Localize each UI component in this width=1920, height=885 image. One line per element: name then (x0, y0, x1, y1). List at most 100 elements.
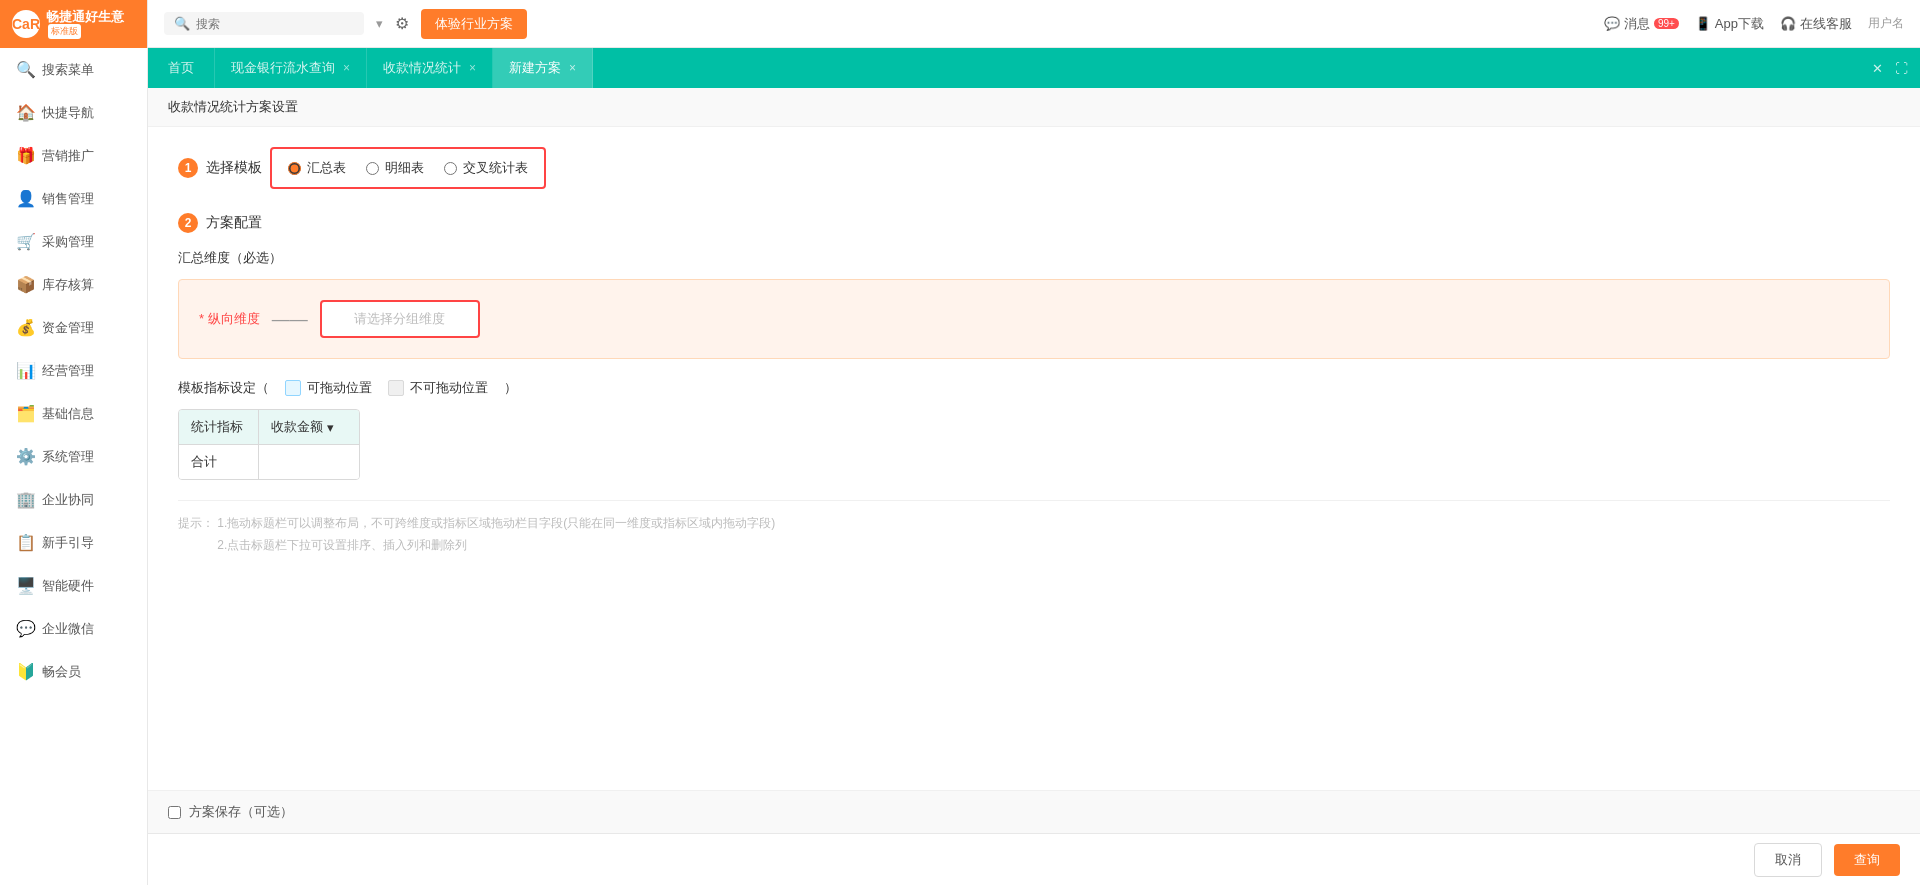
sidebar-item-label: 企业协同 (42, 491, 94, 509)
sidebar-item-operation[interactable]: 📊 经营管理 (0, 349, 147, 392)
sidebar-item-label: 销售管理 (42, 190, 94, 208)
search-icon: 🔍 (16, 60, 34, 79)
tabbar: 首页 现金银行流水查询 × 收款情况统计 × 新建方案 × ✕ ⛶ (148, 48, 1920, 88)
radio-detail[interactable] (366, 162, 379, 175)
dimension-title: 汇总维度（必选） (178, 249, 1890, 267)
tab-new-plan[interactable]: 新建方案 × (493, 48, 593, 88)
service-item[interactable]: 🎧 在线客服 (1780, 15, 1852, 33)
template-options-box: 汇总表 明细表 交叉统计表 (270, 147, 546, 189)
app-name: 畅捷通好生意 (46, 9, 124, 25)
step2-header: 2 方案配置 (178, 213, 1890, 233)
page-title: 收款情况统计方案设置 (168, 99, 298, 114)
sidebar-item-marketing[interactable]: 🎁 营销推广 (0, 134, 147, 177)
sidebar-item-hardware[interactable]: 🖥️ 智能硬件 (0, 564, 147, 607)
search-icon: 🔍 (174, 16, 190, 31)
box-icon: 📦 (16, 275, 34, 294)
metrics-table-row-data: 合计 (179, 445, 359, 479)
option-cross[interactable]: 交叉统计表 (444, 159, 528, 177)
draggable-label: 可拖动位置 (307, 379, 372, 397)
option-summary[interactable]: 汇总表 (288, 159, 346, 177)
tab-home-label: 首页 (168, 59, 194, 77)
sidebar-item-inventory[interactable]: 📦 库存核算 (0, 263, 147, 306)
service-label: 在线客服 (1800, 15, 1852, 33)
draggable-box (285, 380, 301, 396)
non-draggable-label: 不可拖动位置 (410, 379, 488, 397)
user-label: 用户名 (1868, 15, 1904, 32)
sidebar-item-label: 企业微信 (42, 620, 94, 638)
tab-bank-flow[interactable]: 现金银行流水查询 × (215, 48, 367, 88)
tab-receipt-stats[interactable]: 收款情况统计 × (367, 48, 493, 88)
member-icon: 🔰 (16, 662, 34, 681)
notification-item[interactable]: 💬 消息 99+ (1604, 15, 1679, 33)
cancel-button[interactable]: 取消 (1754, 843, 1822, 877)
sidebar-item-label: 库存核算 (42, 276, 94, 294)
search-bar[interactable]: 🔍 (164, 12, 364, 35)
tab-receipt-stats-close[interactable]: × (469, 61, 476, 75)
sidebar-item-wechat[interactable]: 💬 企业微信 (0, 607, 147, 650)
tab-bank-flow-close[interactable]: × (343, 61, 350, 75)
sidebar-item-quick-nav[interactable]: 🏠 快捷导航 (0, 91, 147, 134)
sidebar-item-finance[interactable]: 💰 资金管理 (0, 306, 147, 349)
sidebar-item-member[interactable]: 🔰 畅会员 (0, 650, 147, 693)
dimension-arrow: —— (272, 309, 308, 330)
save-checkbox[interactable] (168, 806, 181, 819)
col-dropdown-icon[interactable]: ▾ (327, 420, 334, 435)
option-detail[interactable]: 明细表 (366, 159, 424, 177)
service-icon: 🎧 (1780, 16, 1796, 31)
footer-bar: 取消 查询 (148, 833, 1920, 885)
sidebar-item-label: 基础信息 (42, 405, 94, 423)
content-area: 收款情况统计方案设置 1 选择模板 汇总表 明细表 (148, 88, 1920, 833)
chart-icon: 📊 (16, 361, 34, 380)
page-header: 收款情况统计方案设置 (148, 88, 1920, 127)
non-draggable-box (388, 380, 404, 396)
dimension-row: 纵向维度 —— 请选择分组维度 (199, 300, 1869, 338)
tab-home[interactable]: 首页 (148, 48, 215, 88)
gear-icon[interactable]: ⚙ (395, 14, 409, 33)
message-icon: 💬 (1604, 16, 1620, 31)
stats-header-cell: 统计指标 (179, 410, 259, 445)
sidebar-item-label: 新手引导 (42, 534, 94, 552)
folder-icon: 🗂️ (16, 404, 34, 423)
radio-cross[interactable] (444, 162, 457, 175)
building-icon: 🏢 (16, 490, 34, 509)
hint-1: 提示： 1.拖动标题栏可以调整布局，不可跨维度或指标区域拖动栏目字段(只能在同一… (178, 513, 1890, 535)
hardware-icon: 🖥️ (16, 576, 34, 595)
sidebar-item-label: 快捷导航 (42, 104, 94, 122)
radio-summary[interactable] (288, 162, 301, 175)
query-button[interactable]: 查询 (1834, 844, 1900, 876)
sidebar-item-purchase[interactable]: 🛒 采购管理 (0, 220, 147, 263)
sidebar-logo: CaR 畅捷通好生意 标准版 (0, 0, 147, 48)
dimension-selector[interactable]: 请选择分组维度 (320, 300, 480, 338)
sidebar-item-label: 资金管理 (42, 319, 94, 337)
tabbar-expand-icon[interactable]: ⛶ (1895, 61, 1908, 76)
app-badge: 标准版 (48, 24, 81, 39)
topbar: 🔍 ▾ ⚙ 体验行业方案 💬 消息 99+ 📱 App下载 🎧 在线客服 用户名 (148, 0, 1920, 48)
dimension-config: 汇总维度（必选） 纵向维度 —— 请选择分组维度 (178, 249, 1890, 359)
col-header-cell[interactable]: 收款金额 ▾ (259, 410, 359, 445)
data-cell (259, 445, 359, 479)
row-label-cell: 合计 (179, 445, 259, 479)
industry-btn[interactable]: 体验行业方案 (421, 9, 527, 39)
download-item[interactable]: 📱 App下载 (1695, 15, 1764, 33)
sidebar-nav: 🔍 搜索菜单 🏠 快捷导航 🎁 营销推广 👤 销售管理 🛒 采购管理 📦 库存核… (0, 48, 147, 885)
tabbar-close-icon[interactable]: ✕ (1872, 61, 1883, 76)
sidebar-item-sales[interactable]: 👤 销售管理 (0, 177, 147, 220)
cart-icon: 🛒 (16, 232, 34, 251)
sidebar-item-search[interactable]: 🔍 搜索菜单 (0, 48, 147, 91)
sidebar-item-label: 营销推广 (42, 147, 94, 165)
sidebar-item-enterprise[interactable]: 🏢 企业协同 (0, 478, 147, 521)
save-option: 方案保存（可选） (148, 790, 1920, 833)
sidebar-item-basic[interactable]: 🗂️ 基础信息 (0, 392, 147, 435)
topbar-right: 💬 消息 99+ 📱 App下载 🎧 在线客服 用户名 (1604, 15, 1904, 33)
sidebar-item-guide[interactable]: 📋 新手引导 (0, 521, 147, 564)
tab-new-plan-close[interactable]: × (569, 61, 576, 75)
search-input[interactable] (196, 17, 336, 31)
hint-section: 提示： 1.拖动标题栏可以调整布局，不可跨维度或指标区域拖动栏目字段(只能在同一… (178, 500, 1890, 568)
save-label: 方案保存（可选） (189, 803, 293, 821)
option-cross-label: 交叉统计表 (463, 159, 528, 177)
search-dropdown-icon[interactable]: ▾ (376, 16, 383, 31)
draggable-legend: 可拖动位置 (285, 379, 372, 397)
sidebar-item-system[interactable]: ⚙️ 系统管理 (0, 435, 147, 478)
settings-icon: ⚙️ (16, 447, 34, 466)
money-icon: 💰 (16, 318, 34, 337)
